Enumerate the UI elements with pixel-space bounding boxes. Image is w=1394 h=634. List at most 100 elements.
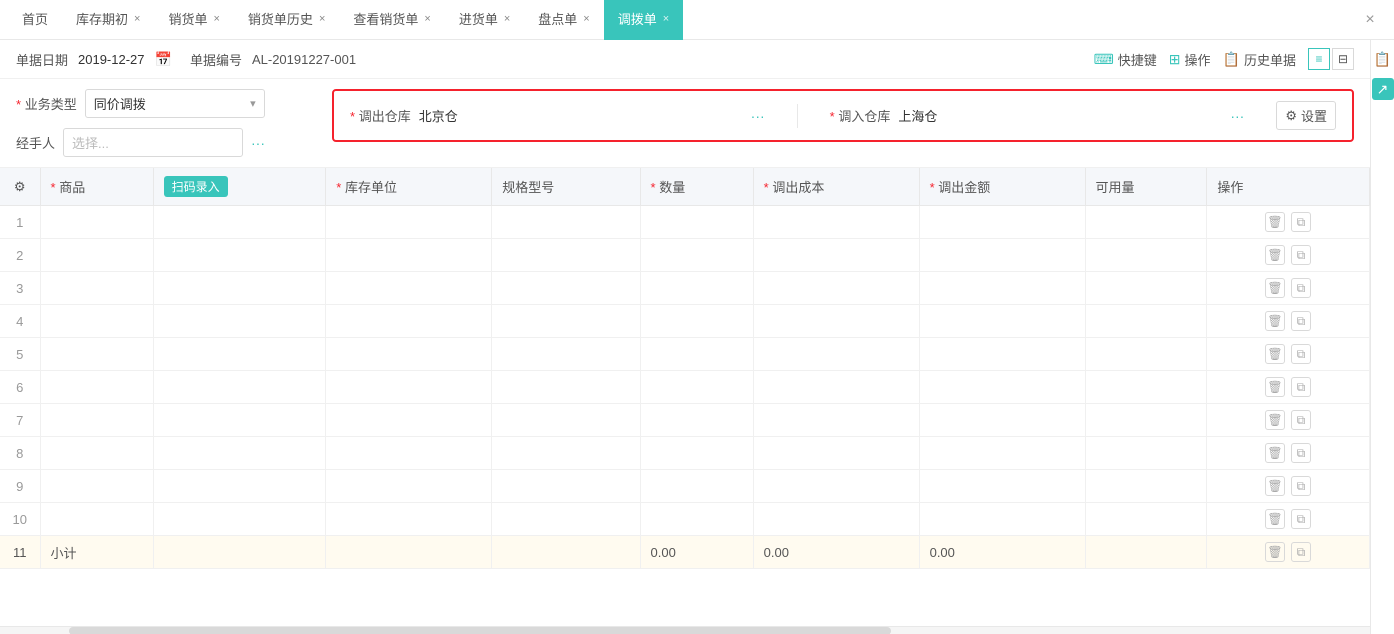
spec-cell[interactable] <box>492 206 640 239</box>
cost-cell[interactable] <box>753 239 919 272</box>
shortcut-button[interactable]: ⌨ 快捷键 <box>1094 50 1157 69</box>
unit-cell[interactable] <box>326 404 492 437</box>
product-cell[interactable] <box>40 206 153 239</box>
unit-cell[interactable] <box>326 239 492 272</box>
scan-button[interactable]: 扫码录入 <box>164 176 228 197</box>
qty-cell[interactable] <box>640 404 753 437</box>
delete-icon[interactable]: 🗑 <box>1265 245 1285 265</box>
delete-icon[interactable]: 🗑 <box>1265 443 1285 463</box>
product-cell[interactable] <box>40 437 153 470</box>
cost-cell[interactable] <box>753 272 919 305</box>
delete-icon[interactable]: 🗑 <box>1265 377 1285 397</box>
delete-icon[interactable]: 🗑 <box>1265 410 1285 430</box>
warehouse-in-more-button[interactable]: ··· <box>1230 108 1244 124</box>
warehouse-out-more-button[interactable]: ··· <box>751 108 765 124</box>
tab-transfer[interactable]: 调拨单 × <box>604 0 683 40</box>
amount-cell[interactable] <box>919 503 1085 536</box>
product-cell[interactable] <box>40 338 153 371</box>
unit-cell[interactable] <box>326 503 492 536</box>
delete-icon[interactable]: 🗑 <box>1265 509 1285 529</box>
amount-cell[interactable] <box>919 470 1085 503</box>
history-button[interactable]: 📋 历史单据 <box>1223 50 1296 69</box>
qty-cell[interactable] <box>640 437 753 470</box>
cost-cell[interactable] <box>753 338 919 371</box>
copy-icon[interactable]: ⧉ <box>1291 278 1311 298</box>
biz-type-select[interactable]: 同价调拨 ▾ <box>85 89 265 118</box>
qty-cell[interactable] <box>640 206 753 239</box>
layout-grid-icon[interactable]: ⊟ <box>1332 48 1354 70</box>
cost-cell[interactable] <box>753 470 919 503</box>
delete-icon[interactable]: 🗑 <box>1265 311 1285 331</box>
tab-inventory-init-close[interactable]: × <box>134 13 140 25</box>
side-list-icon[interactable]: 📋 <box>1372 48 1394 70</box>
spec-cell[interactable] <box>492 338 640 371</box>
unit-cell[interactable] <box>326 371 492 404</box>
qty-cell[interactable] <box>640 470 753 503</box>
delete-icon[interactable]: 🗑 <box>1265 344 1285 364</box>
tab-sales-history[interactable]: 销货单历史 × <box>234 0 339 40</box>
copy-icon[interactable]: ⧉ <box>1291 542 1311 562</box>
spec-cell[interactable] <box>492 305 640 338</box>
tab-inventory-check-close[interactable]: × <box>583 13 589 25</box>
tab-sales-history-close[interactable]: × <box>319 13 325 25</box>
close-all-button[interactable]: × <box>1354 4 1386 36</box>
spec-cell[interactable] <box>492 437 640 470</box>
amount-cell[interactable] <box>919 206 1085 239</box>
product-cell[interactable] <box>40 371 153 404</box>
tab-sales-order-close[interactable]: × <box>213 13 219 25</box>
calendar-icon[interactable]: 📅 <box>155 51 172 68</box>
cost-cell[interactable] <box>753 503 919 536</box>
delete-icon[interactable]: 🗑 <box>1265 476 1285 496</box>
amount-cell[interactable] <box>919 272 1085 305</box>
copy-icon[interactable]: ⧉ <box>1291 344 1311 364</box>
copy-icon[interactable]: ⧉ <box>1291 443 1311 463</box>
spec-cell[interactable] <box>492 239 640 272</box>
unit-cell[interactable] <box>326 470 492 503</box>
th-gear[interactable]: ⚙ <box>0 168 40 206</box>
horizontal-scrollbar[interactable] <box>0 626 1370 634</box>
delete-icon[interactable]: 🗑 <box>1265 212 1285 232</box>
unit-cell[interactable] <box>326 437 492 470</box>
amount-cell[interactable] <box>919 305 1085 338</box>
qty-cell[interactable] <box>640 272 753 305</box>
amount-cell[interactable] <box>919 338 1085 371</box>
unit-cell[interactable] <box>326 206 492 239</box>
tab-view-sales-close[interactable]: × <box>424 13 430 25</box>
spec-cell[interactable] <box>492 371 640 404</box>
tab-view-sales[interactable]: 查看销货单 × <box>339 0 444 40</box>
spec-cell[interactable] <box>492 470 640 503</box>
cost-cell[interactable] <box>753 371 919 404</box>
qty-cell[interactable] <box>640 239 753 272</box>
product-cell[interactable] <box>40 239 153 272</box>
product-cell[interactable] <box>40 305 153 338</box>
side-export-icon[interactable]: ↗ <box>1372 78 1394 100</box>
copy-icon[interactable]: ⧉ <box>1291 245 1311 265</box>
unit-cell[interactable] <box>326 272 492 305</box>
delete-icon[interactable]: 🗑 <box>1265 542 1285 562</box>
qty-cell[interactable] <box>640 503 753 536</box>
tab-sales-order[interactable]: 销货单 × <box>154 0 233 40</box>
qty-cell[interactable] <box>640 305 753 338</box>
product-cell[interactable] <box>40 272 153 305</box>
copy-icon[interactable]: ⧉ <box>1291 509 1311 529</box>
handler-input[interactable]: 选择... <box>63 128 243 157</box>
handler-more-button[interactable]: ··· <box>251 135 265 151</box>
layout-list-icon[interactable]: ≡ <box>1308 48 1330 70</box>
cost-cell[interactable] <box>753 206 919 239</box>
spec-cell[interactable] <box>492 272 640 305</box>
qty-cell[interactable] <box>640 371 753 404</box>
tab-inventory-init[interactable]: 库存期初 × <box>62 0 154 40</box>
product-cell[interactable] <box>40 404 153 437</box>
amount-cell[interactable] <box>919 404 1085 437</box>
operation-button[interactable]: ⊞ 操作 <box>1169 50 1211 69</box>
amount-cell[interactable] <box>919 371 1085 404</box>
gear-setting-button[interactable]: ⚙ 设置 <box>1276 101 1336 130</box>
amount-cell[interactable] <box>919 437 1085 470</box>
cost-cell[interactable] <box>753 404 919 437</box>
cost-cell[interactable] <box>753 305 919 338</box>
tab-purchase[interactable]: 进货单 × <box>445 0 524 40</box>
copy-icon[interactable]: ⧉ <box>1291 311 1311 331</box>
tab-inventory-check[interactable]: 盘点单 × <box>524 0 603 40</box>
spec-cell[interactable] <box>492 503 640 536</box>
amount-cell[interactable] <box>919 239 1085 272</box>
